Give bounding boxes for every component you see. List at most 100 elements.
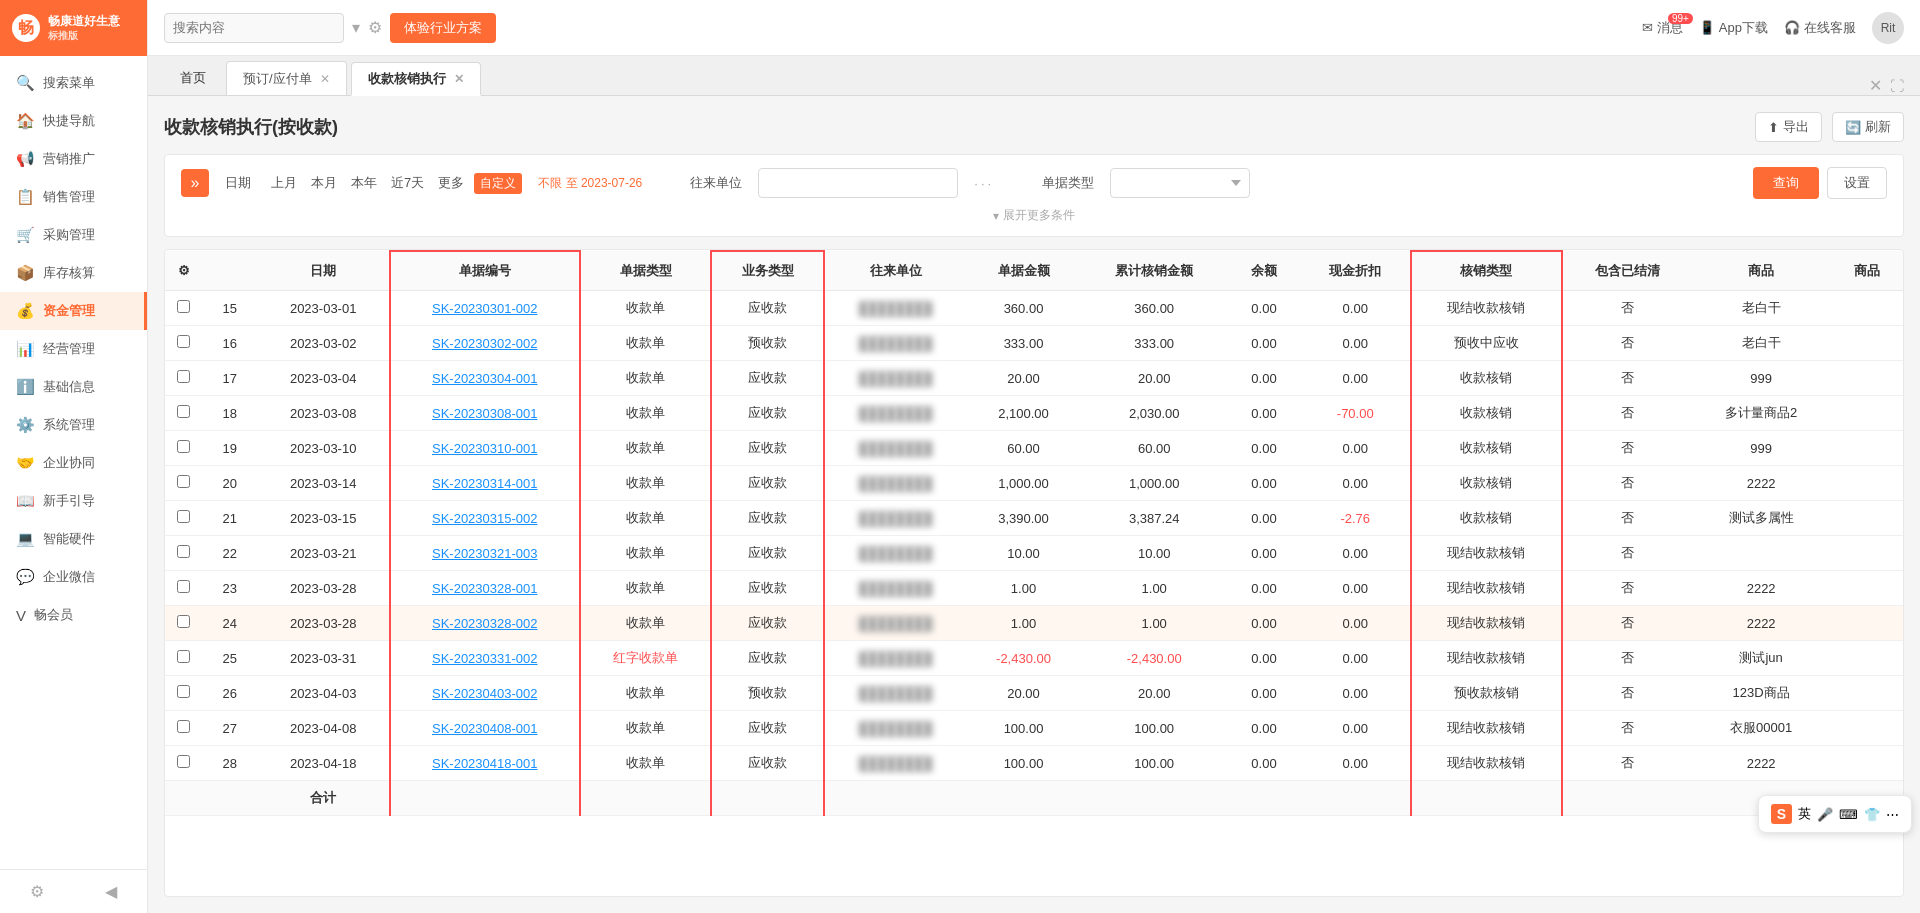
tab-prepay[interactable]: 预订/应付单✕ bbox=[226, 61, 347, 95]
topbar-settings-icon[interactable]: ⚙ bbox=[368, 18, 382, 37]
cell-goods1: 2222 bbox=[1692, 466, 1831, 501]
cell-balance: 0.00 bbox=[1228, 606, 1300, 641]
cell-balance: 0.00 bbox=[1228, 746, 1300, 781]
grid-icon[interactable]: ⋯ bbox=[1886, 807, 1899, 822]
cell-single-no[interactable]: SK-20230331-002 bbox=[390, 641, 580, 676]
dropdown-icon[interactable]: ▾ bbox=[352, 18, 360, 37]
sidebar-item-inventory[interactable]: 📦库存核算 bbox=[0, 254, 147, 292]
voucher-type-select[interactable] bbox=[1110, 168, 1250, 198]
sidebar-item-corp[interactable]: 🤝企业协同 bbox=[0, 444, 147, 482]
cell-checkbox[interactable] bbox=[165, 326, 202, 361]
tab-home[interactable]: 首页 bbox=[164, 61, 222, 95]
expand-more-button[interactable]: ▾ 展开更多条件 bbox=[993, 207, 1075, 224]
cell-checkbox[interactable] bbox=[165, 396, 202, 431]
cell-checkbox[interactable] bbox=[165, 676, 202, 711]
mic-icon[interactable]: 🎤 bbox=[1817, 807, 1833, 822]
cell-total-cancel: 100.00 bbox=[1081, 746, 1228, 781]
cell-checkbox[interactable] bbox=[165, 291, 202, 326]
cell-cancel-type: 预收款核销 bbox=[1411, 676, 1561, 711]
cell-single-no[interactable]: SK-20230315-002 bbox=[390, 501, 580, 536]
user-avatar[interactable]: Rit bbox=[1872, 12, 1904, 44]
app-download-item[interactable]: 📱 App下载 bbox=[1699, 19, 1768, 37]
search-input[interactable] bbox=[164, 13, 344, 43]
cell-single-no[interactable]: SK-20230328-001 bbox=[390, 571, 580, 606]
tab-close-all-icon[interactable]: ✕ bbox=[1869, 76, 1882, 95]
content-area: 收款核销执行(按收款) ⬆ 导出 🔄 刷新 » 日期 上月 本月 bbox=[148, 96, 1920, 913]
cell-single-no[interactable]: SK-20230321-003 bbox=[390, 536, 580, 571]
cell-single-no[interactable]: SK-20230304-001 bbox=[390, 361, 580, 396]
sidebar-item-hardware[interactable]: 💻智能硬件 bbox=[0, 520, 147, 558]
tab-close-prepay[interactable]: ✕ bbox=[320, 72, 330, 86]
page-header: 收款核销执行(按收款) ⬆ 导出 🔄 刷新 bbox=[164, 112, 1904, 142]
setting-button[interactable]: 设置 bbox=[1827, 167, 1887, 199]
cell-checkbox[interactable] bbox=[165, 361, 202, 396]
sidebar-item-purchase[interactable]: 🛒采购管理 bbox=[0, 216, 147, 254]
solution-button[interactable]: 体验行业方案 bbox=[390, 13, 496, 43]
sidebar-item-search[interactable]: 🔍搜索菜单 bbox=[0, 64, 147, 102]
filter-toggle-button[interactable]: » bbox=[181, 169, 209, 197]
cell-single-no[interactable]: SK-20230310-001 bbox=[390, 431, 580, 466]
last-7-days-btn[interactable]: 近7天 bbox=[387, 172, 428, 194]
sidebar-item-marketing[interactable]: 📢营销推广 bbox=[0, 140, 147, 178]
collapse-icon[interactable]: ◀ bbox=[105, 882, 117, 901]
custom-date-btn[interactable]: 自定义 bbox=[474, 173, 522, 194]
cell-single-no[interactable]: SK-20230328-002 bbox=[390, 606, 580, 641]
sidebar-item-quicknav[interactable]: 🏠快捷导航 bbox=[0, 102, 147, 140]
cell-single-no[interactable]: SK-20230403-002 bbox=[390, 676, 580, 711]
sidebar-item-guide[interactable]: 📖新手引导 bbox=[0, 482, 147, 520]
cell-single-type: 收款单 bbox=[580, 431, 711, 466]
keyboard-icon[interactable]: ⌨ bbox=[1839, 807, 1858, 822]
cell-checkbox[interactable] bbox=[165, 711, 202, 746]
last-month-btn[interactable]: 上月 bbox=[267, 172, 301, 194]
cell-balance: 0.00 bbox=[1228, 326, 1300, 361]
tab-close-receive[interactable]: ✕ bbox=[454, 72, 464, 86]
cell-total-cancel: 100.00 bbox=[1081, 711, 1228, 746]
th-index bbox=[202, 251, 258, 291]
cell-single-no[interactable]: SK-20230302-002 bbox=[390, 326, 580, 361]
cell-checkbox[interactable] bbox=[165, 641, 202, 676]
shirt-icon[interactable]: 👕 bbox=[1864, 807, 1880, 822]
cell-include-settled: 否 bbox=[1562, 641, 1692, 676]
sidebar-item-wechat[interactable]: 💬企业微信 bbox=[0, 558, 147, 596]
cell-checkbox[interactable] bbox=[165, 606, 202, 641]
tab-receive[interactable]: 收款核销执行✕ bbox=[351, 62, 481, 96]
settings-icon[interactable]: ⚙ bbox=[30, 882, 44, 901]
export-button[interactable]: ⬆ 导出 bbox=[1755, 112, 1822, 142]
counterparty-input[interactable] bbox=[758, 168, 958, 198]
sidebar-item-member[interactable]: V畅会员 bbox=[0, 596, 147, 634]
refresh-button[interactable]: 🔄 刷新 bbox=[1832, 112, 1904, 142]
this-year-btn[interactable]: 本年 bbox=[347, 172, 381, 194]
cell-single-no[interactable]: SK-20230314-001 bbox=[390, 466, 580, 501]
more-date-btn[interactable]: 更多 bbox=[434, 172, 468, 194]
service-item[interactable]: 🎧 在线客服 bbox=[1784, 19, 1856, 37]
th-settings[interactable]: ⚙ bbox=[165, 251, 202, 291]
this-month-btn[interactable]: 本月 bbox=[307, 172, 341, 194]
cell-checkbox[interactable] bbox=[165, 501, 202, 536]
sidebar-item-basic[interactable]: ℹ️基础信息 bbox=[0, 368, 147, 406]
cell-balance: 0.00 bbox=[1228, 641, 1300, 676]
cell-checkbox[interactable] bbox=[165, 571, 202, 606]
s-badge-icon: S bbox=[1771, 804, 1792, 824]
cell-cash-discount: 0.00 bbox=[1300, 711, 1411, 746]
sidebar-item-system[interactable]: ⚙️系统管理 bbox=[0, 406, 147, 444]
cell-date: 2023-03-10 bbox=[258, 431, 390, 466]
cell-checkbox[interactable] bbox=[165, 466, 202, 501]
query-button[interactable]: 查询 bbox=[1753, 167, 1819, 199]
cell-single-no[interactable]: SK-20230418-001 bbox=[390, 746, 580, 781]
cell-single-no[interactable]: SK-20230301-002 bbox=[390, 291, 580, 326]
cell-counterparty: ████████ bbox=[824, 676, 967, 711]
sidebar-item-finance[interactable]: 💰资金管理 bbox=[0, 292, 147, 330]
cell-cancel-type: 现结收款核销 bbox=[1411, 746, 1561, 781]
cell-single-no[interactable]: SK-20230408-001 bbox=[390, 711, 580, 746]
cell-checkbox[interactable] bbox=[165, 746, 202, 781]
cell-single-no[interactable]: SK-20230308-001 bbox=[390, 396, 580, 431]
sidebar-item-operations[interactable]: 📊经营管理 bbox=[0, 330, 147, 368]
cell-checkbox[interactable] bbox=[165, 431, 202, 466]
cell-date: 2023-03-14 bbox=[258, 466, 390, 501]
notice-item[interactable]: ✉ 消息 99+ bbox=[1642, 19, 1683, 37]
cell-goods2 bbox=[1831, 326, 1903, 361]
cell-checkbox[interactable] bbox=[165, 536, 202, 571]
tab-expand-icon[interactable]: ⛶ bbox=[1890, 78, 1904, 94]
expand-more-row: ▾ 展开更多条件 bbox=[181, 207, 1887, 224]
sidebar-item-sales[interactable]: 📋销售管理 bbox=[0, 178, 147, 216]
